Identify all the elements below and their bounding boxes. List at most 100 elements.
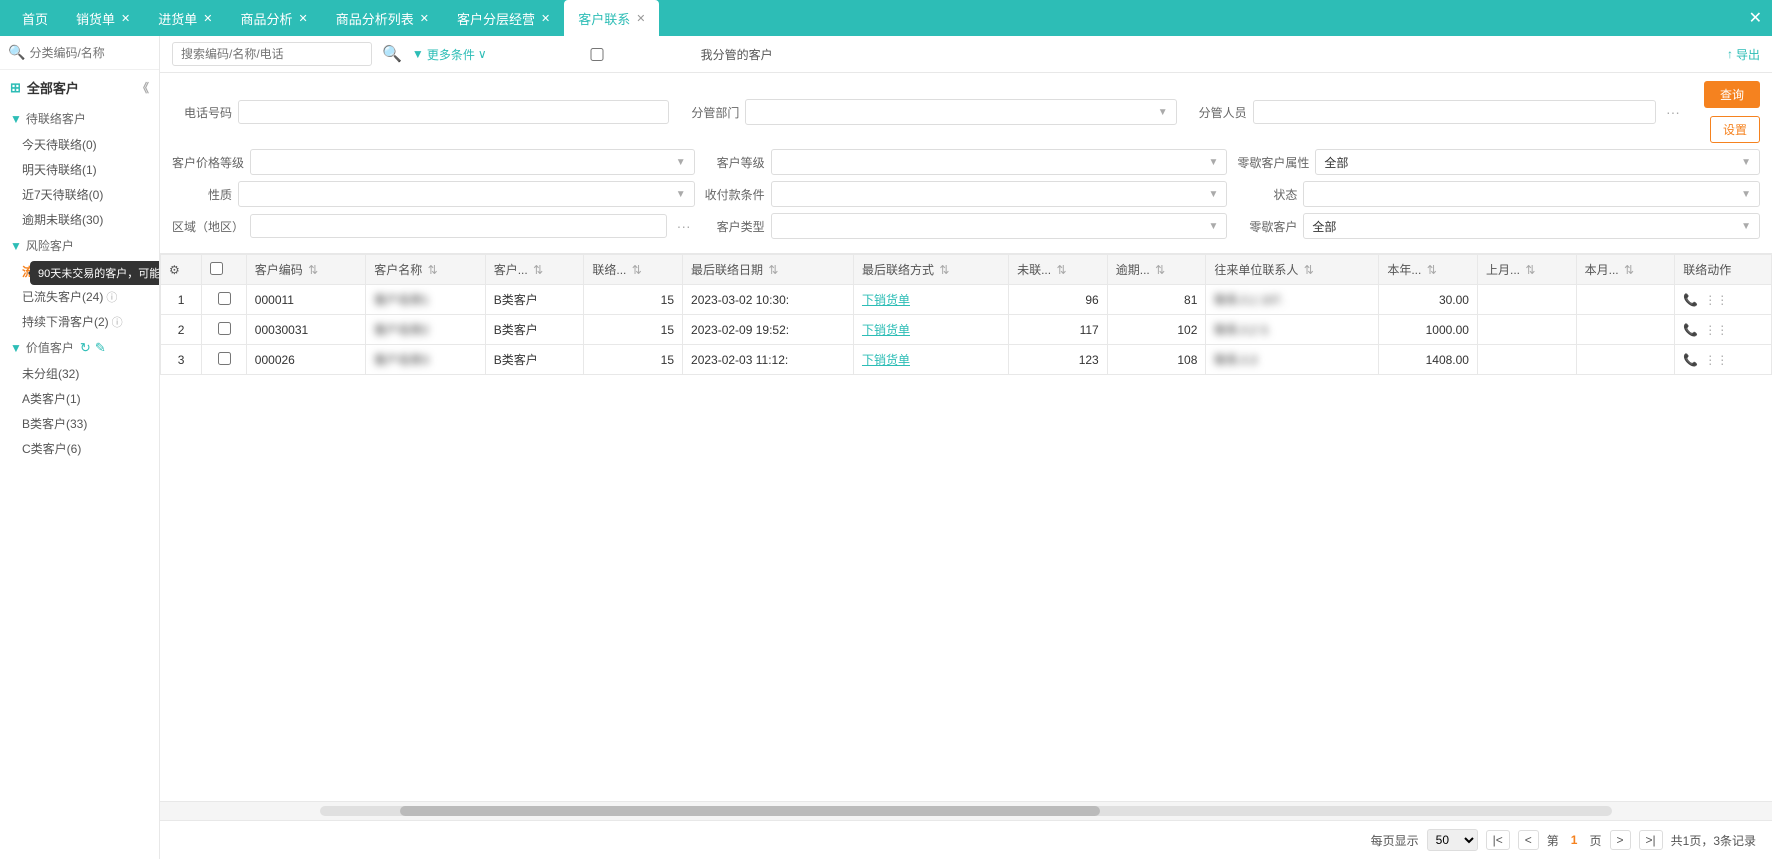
row1-select-checkbox[interactable] <box>218 292 231 305</box>
row2-checkbox[interactable] <box>202 315 247 345</box>
col-header-unit-contact[interactable]: 往来单位联系人 ⇅ <box>1206 255 1379 285</box>
col-header-this-month[interactable]: 本月... ⇅ <box>1576 255 1675 285</box>
status-select[interactable]: ▼ <box>1303 181 1760 207</box>
gender-select[interactable]: ▼ <box>238 181 695 207</box>
row3-checkbox[interactable] <box>202 345 247 375</box>
row3-last-method[interactable]: 下销货单 <box>853 345 1008 375</box>
sidebar-item-declining[interactable]: 持续下滑客户(2) ⓘ <box>0 309 159 334</box>
row2-contact: 15 <box>584 315 683 345</box>
sidebar-item-tomorrow[interactable]: 明天待联络(1) <box>0 157 159 182</box>
row1-last-method[interactable]: 下销货单 <box>853 285 1008 315</box>
first-page-button[interactable]: |< <box>1486 830 1510 850</box>
sidebar-item-overdue[interactable]: 逾期未联络(30) <box>0 207 159 232</box>
row1-more-icon[interactable]: ⋮⋮ <box>1704 293 1728 307</box>
sidebar-section-value[interactable]: ▼ 价值客户 ↻ ✎ <box>0 334 159 361</box>
close-customer-tier-tab[interactable]: ✕ <box>541 12 550 25</box>
sidebar-item-type-c[interactable]: C类客户(6) <box>0 436 159 461</box>
close-sales-tab[interactable]: ✕ <box>121 12 130 25</box>
payment-select[interactable]: ▼ <box>771 181 1228 207</box>
scrollbar-thumb[interactable] <box>400 806 1100 816</box>
settings-col-header[interactable]: ⚙ <box>161 255 202 285</box>
sidebar-section-pending[interactable]: ▼ 待联络客户 <box>0 105 159 132</box>
query-button[interactable]: 查询 <box>1704 81 1760 108</box>
sidebar-search-input[interactable] <box>29 46 151 60</box>
col-header-uncontacted[interactable]: 未联... ⇅ <box>1009 255 1108 285</box>
tab-product-list[interactable]: 商品分析列表 ✕ <box>322 0 443 36</box>
phone-input[interactable] <box>238 100 669 124</box>
col-header-overdue[interactable]: 逾期... ⇅ <box>1107 255 1206 285</box>
checkbox-col-header[interactable] <box>202 255 247 285</box>
zero-cust-select[interactable]: 全部 ▼ <box>1303 213 1760 239</box>
cust-level-select[interactable]: ▼ <box>771 149 1228 175</box>
row2-last-month <box>1477 315 1576 345</box>
next-page-button[interactable]: > <box>1610 830 1631 850</box>
price-level-select[interactable]: ▼ <box>250 149 695 175</box>
col-header-last-date[interactable]: 最后联络日期 ⇅ <box>683 255 854 285</box>
col-header-this-year[interactable]: 本年... ⇅ <box>1379 255 1478 285</box>
collapse-all-customers[interactable]: 《 <box>137 79 149 96</box>
row1-checkbox[interactable] <box>202 285 247 315</box>
row2-more-icon[interactable]: ⋮⋮ <box>1704 323 1728 337</box>
value-refresh-icon[interactable]: ↻ <box>80 340 91 356</box>
row2-last-method[interactable]: 下销货单 <box>853 315 1008 345</box>
sidebar-item-type-a[interactable]: A类客户(1) <box>0 386 159 411</box>
search-button[interactable]: 🔍 <box>382 44 402 64</box>
cust-type-label: 客户类型 <box>705 218 765 235</box>
sidebar-item-type-b[interactable]: B类客户(33) <box>0 411 159 436</box>
tab-product-analysis[interactable]: 商品分析 ✕ <box>226 0 321 36</box>
col-header-contact[interactable]: 联络... ⇅ <box>584 255 683 285</box>
close-purchase-tab[interactable]: ✕ <box>203 12 212 25</box>
sidebar-item-ungrouped[interactable]: 未分组(32) <box>0 361 159 386</box>
export-button[interactable]: ↑ 导出 <box>1727 46 1760 63</box>
tab-customer-tier[interactable]: 客户分层经营 ✕ <box>443 0 564 36</box>
select-all-checkbox[interactable] <box>210 262 223 275</box>
cust-type-select[interactable]: ▼ <box>771 213 1228 239</box>
close-customer-contact-tab[interactable]: ✕ <box>636 12 645 25</box>
col-header-name[interactable]: 客户名称 ⇅ <box>366 255 485 285</box>
page-size-select[interactable]: 50 100 <box>1427 829 1478 851</box>
table-row: 2 00030031 客户名称2 B类客户 15 2023-02-09 19:5… <box>161 315 1772 345</box>
manager-input[interactable] <box>1253 100 1656 124</box>
row2-contact-icon[interactable]: 📞 <box>1683 323 1698 337</box>
settings-button[interactable]: 设置 <box>1710 116 1760 143</box>
last-page-button[interactable]: >| <box>1639 830 1663 850</box>
zero-attr-select[interactable]: 全部 ▼ <box>1315 149 1760 175</box>
sidebar-search-container: 🔍 <box>0 36 159 70</box>
row3-select-checkbox[interactable] <box>218 352 231 365</box>
tab-purchase[interactable]: 进货单 ✕ <box>144 0 226 36</box>
tab-sales[interactable]: 销货单 ✕ <box>62 0 144 36</box>
sidebar-item-week[interactable]: 近7天待联络(0) <box>0 182 159 207</box>
tab-home[interactable]: 首页 <box>8 0 62 36</box>
search-input[interactable] <box>172 42 372 66</box>
close-product-analysis-tab[interactable]: ✕ <box>299 12 308 25</box>
col-header-code[interactable]: 客户编码 ⇅ <box>246 255 365 285</box>
value-edit-icon[interactable]: ✎ <box>95 340 106 356</box>
row3-more-icon[interactable]: ⋮⋮ <box>1704 353 1728 367</box>
all-customers-header[interactable]: ⊞ 全部客户 《 <box>0 70 159 105</box>
window-close-button[interactable]: ✕ <box>1749 8 1762 28</box>
col-header-type[interactable]: 客户... ⇅ <box>485 255 584 285</box>
row2-select-checkbox[interactable] <box>218 322 231 335</box>
manager-more-icon[interactable]: ··· <box>1662 104 1684 120</box>
region-more-icon[interactable]: ··· <box>673 218 695 234</box>
row3-contact-icon[interactable]: 📞 <box>1683 353 1698 367</box>
row1-this-month <box>1576 285 1675 315</box>
sidebar-section-risk[interactable]: ▼ 风险客户 <box>0 232 159 259</box>
my-customers-checkbox[interactable] <box>497 48 697 61</box>
row2-unit-contact: 联系人2 3. <box>1206 315 1379 345</box>
close-product-list-tab[interactable]: ✕ <box>420 12 429 25</box>
more-conditions-button[interactable]: ▼ 更多条件 ∨ <box>412 46 487 63</box>
col-header-last-method[interactable]: 最后联络方式 ⇅ <box>853 255 1008 285</box>
dept-select[interactable]: ▼ <box>745 99 1176 125</box>
sidebar-item-churned[interactable]: 已流失客户(24) ⓘ <box>0 284 159 309</box>
filter-bar: 🔍 ▼ 更多条件 ∨ 我分管的客户 ↑ 导出 <box>160 36 1772 73</box>
region-input[interactable] <box>250 214 667 238</box>
horizontal-scrollbar[interactable] <box>320 806 1612 816</box>
row1-contact-icon[interactable]: 📞 <box>1683 293 1698 307</box>
col-header-last-month[interactable]: 上月... ⇅ <box>1477 255 1576 285</box>
sidebar-item-today[interactable]: 今天待联络(0) <box>0 132 159 157</box>
prev-page-button[interactable]: < <box>1518 830 1539 850</box>
tab-customer-contact[interactable]: 客户联系 ✕ <box>564 0 659 36</box>
status-label: 状态 <box>1237 186 1297 203</box>
row1-overdue: 81 <box>1107 285 1206 315</box>
